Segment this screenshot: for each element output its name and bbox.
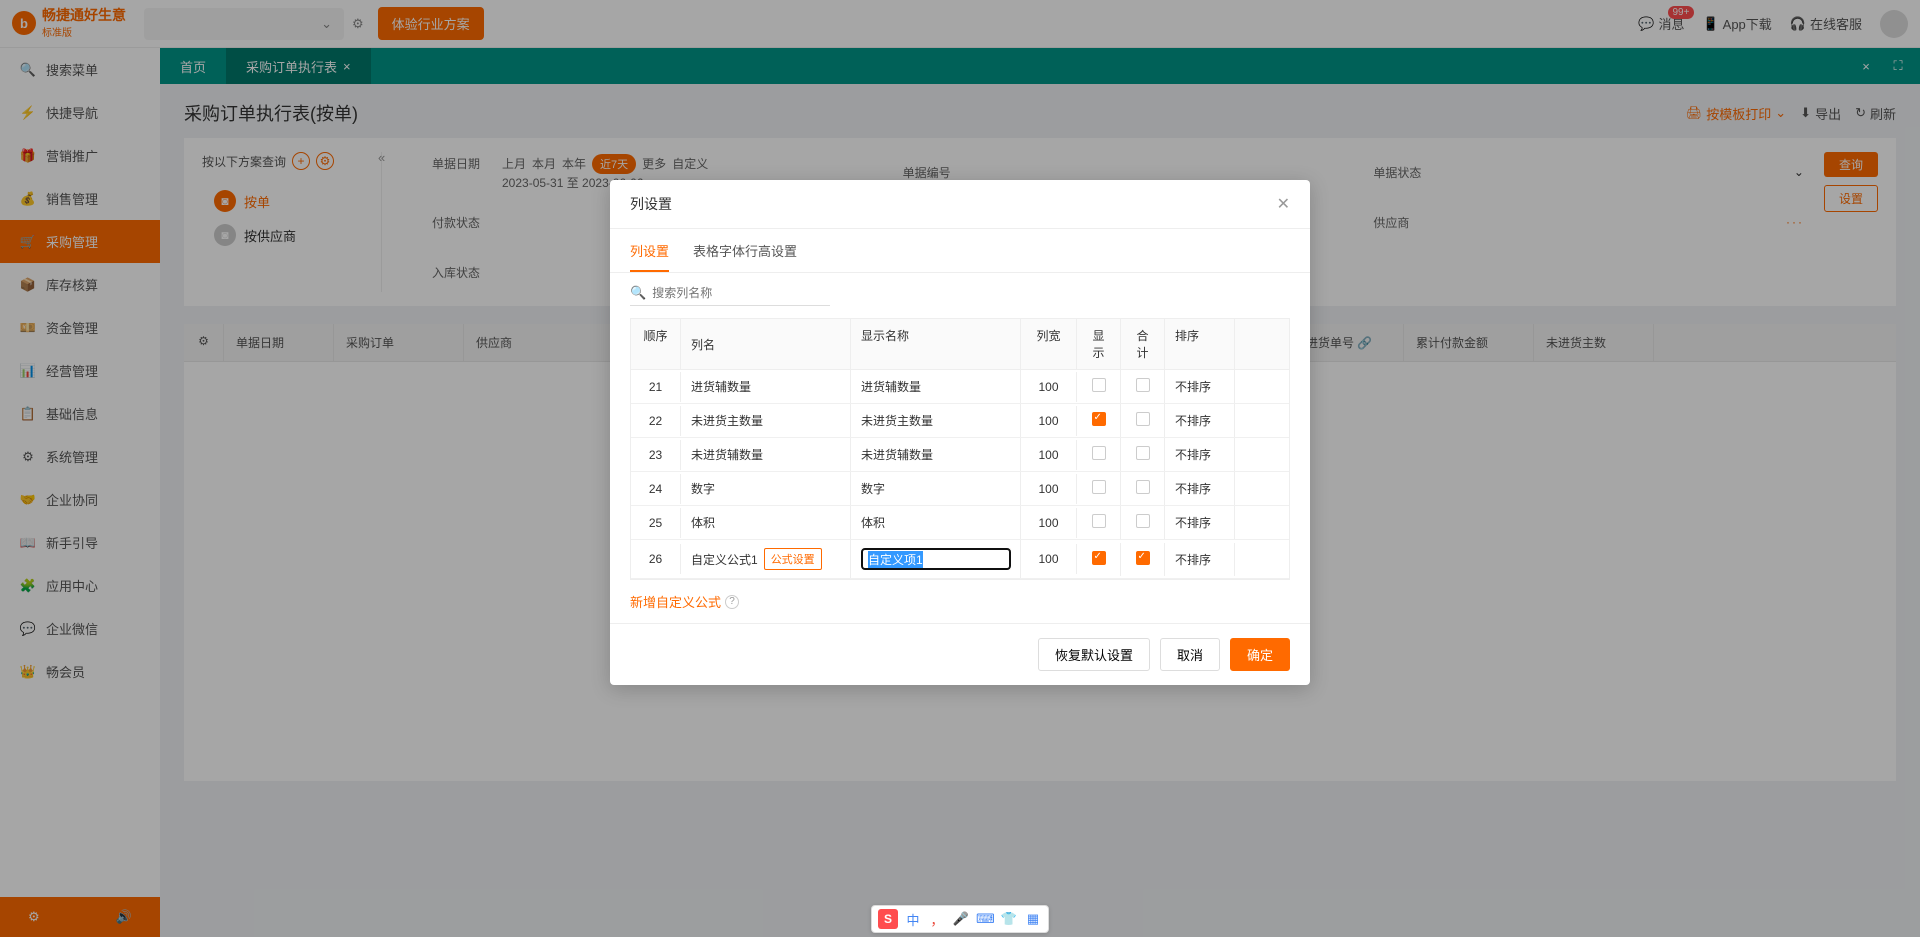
sum-checkbox[interactable] [1136, 446, 1150, 460]
confirm-button[interactable]: 确定 [1230, 638, 1290, 671]
display-name-input[interactable] [861, 548, 1011, 570]
column-row: 22未进货主数量未进货主数量100不排序 [631, 404, 1289, 438]
modal-mask: 列设置 ✕ 列设置 表格字体行高设置 🔍 顺序 列名 显示名称 列宽 显示 合计 [0, 0, 1920, 937]
modal-tab-columns[interactable]: 列设置 [630, 241, 669, 272]
modal-title: 列设置 [630, 194, 672, 214]
show-checkbox[interactable] [1092, 480, 1106, 494]
show-checkbox[interactable] [1092, 412, 1106, 426]
column-row: 21进货辅数量进货辅数量100不排序 [631, 370, 1289, 404]
cancel-button[interactable]: 取消 [1160, 638, 1220, 671]
sort-select[interactable]: 不排序 [1165, 543, 1235, 576]
sum-checkbox[interactable] [1136, 551, 1150, 565]
sum-checkbox[interactable] [1136, 480, 1150, 494]
show-checkbox[interactable] [1092, 514, 1106, 528]
sum-checkbox[interactable] [1136, 412, 1150, 426]
ime-punct-icon[interactable]: ， [928, 910, 946, 929]
add-formula-link[interactable]: 新增自定义公式 ? [610, 580, 1310, 623]
ime-toolbar[interactable]: S 中 ， 🎤 ⌨ 👕 ▦ [871, 905, 1049, 933]
ime-voice-icon[interactable]: 🎤 [952, 911, 970, 927]
sort-select[interactable]: 不排序 [1165, 404, 1235, 437]
show-checkbox[interactable] [1092, 378, 1106, 392]
column-row: 26自定义公式1 公式设置100不排序 [631, 540, 1289, 579]
restore-button[interactable]: 恢复默认设置 [1038, 638, 1150, 671]
ime-skin-icon[interactable]: 👕 [1000, 911, 1018, 927]
sort-select[interactable]: 不排序 [1165, 370, 1235, 403]
column-row: 25体积体积100不排序 [631, 506, 1289, 540]
sort-select[interactable]: 不排序 [1165, 506, 1235, 539]
column-row: 23未进货辅数量未进货辅数量100不排序 [631, 438, 1289, 472]
ime-lang[interactable]: 中 [904, 910, 922, 929]
ime-keyboard-icon[interactable]: ⌨ [976, 911, 994, 927]
formula-button[interactable]: 公式设置 [764, 548, 822, 570]
ime-toolbox-icon[interactable]: ▦ [1024, 911, 1042, 927]
column-settings-modal: 列设置 ✕ 列设置 表格字体行高设置 🔍 顺序 列名 显示名称 列宽 显示 合计 [610, 180, 1310, 685]
help-icon[interactable]: ? [725, 595, 739, 609]
sort-select[interactable]: 不排序 [1165, 472, 1235, 505]
sort-select[interactable]: 不排序 [1165, 438, 1235, 471]
search-icon: 🔍 [630, 285, 646, 301]
show-checkbox[interactable] [1092, 551, 1106, 565]
column-search[interactable]: 🔍 [630, 285, 830, 306]
show-checkbox[interactable] [1092, 446, 1106, 460]
sum-checkbox[interactable] [1136, 378, 1150, 392]
column-search-input[interactable] [652, 286, 830, 300]
close-icon[interactable]: ✕ [1277, 194, 1290, 214]
ime-logo-icon: S [878, 909, 898, 929]
sum-checkbox[interactable] [1136, 514, 1150, 528]
modal-tab-font[interactable]: 表格字体行高设置 [693, 241, 797, 272]
column-row: 24数字数字100不排序 [631, 472, 1289, 506]
